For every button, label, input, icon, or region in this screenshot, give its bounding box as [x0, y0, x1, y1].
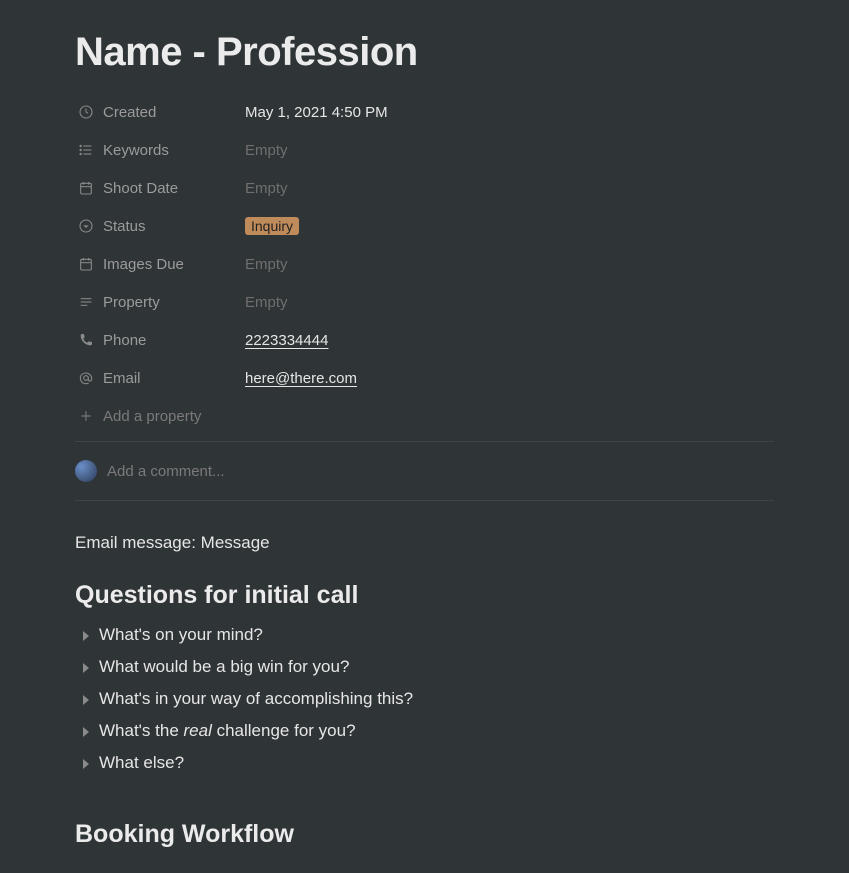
property-label-property[interactable]: Property: [75, 289, 245, 315]
clock-icon: [75, 101, 97, 123]
property-row-created: Created May 1, 2021 4:50 PM: [75, 93, 774, 131]
property-row-status: Status Inquiry: [75, 207, 774, 245]
property-value-created[interactable]: May 1, 2021 4:50 PM: [241, 102, 774, 123]
workflow-heading[interactable]: Booking Workflow: [75, 820, 774, 849]
select-icon: [75, 215, 97, 237]
property-label-phone[interactable]: Phone: [75, 327, 245, 353]
text-icon: [75, 291, 97, 313]
status-tag: Inquiry: [245, 217, 299, 235]
property-value-shoot-date[interactable]: Empty: [241, 178, 774, 199]
toggle-item[interactable]: What's on your mind?: [75, 620, 774, 652]
property-label-images-due[interactable]: Images Due: [75, 251, 245, 277]
property-value-status[interactable]: Inquiry: [241, 215, 774, 237]
add-property-button[interactable]: Add a property: [75, 397, 774, 437]
property-label-shoot-date[interactable]: Shoot Date: [75, 175, 245, 201]
property-label-created[interactable]: Created: [75, 99, 245, 125]
property-row-keywords: Keywords Empty: [75, 131, 774, 169]
property-value-images-due[interactable]: Empty: [241, 254, 774, 275]
properties-table: Created May 1, 2021 4:50 PM Keywords Emp…: [75, 93, 774, 437]
property-row-email: Email here@there.com: [75, 359, 774, 397]
property-value-keywords[interactable]: Empty: [241, 140, 774, 161]
property-label-email[interactable]: Email: [75, 365, 245, 391]
calendar-icon: [75, 253, 97, 275]
property-label-keywords[interactable]: Keywords: [75, 137, 245, 163]
toggle-item[interactable]: What else?: [75, 748, 774, 780]
list-icon: [75, 139, 97, 161]
email-message-text[interactable]: Email message: Message: [75, 533, 774, 553]
property-label-text: Email: [103, 370, 141, 387]
avatar: [75, 460, 97, 482]
property-label-text: Images Due: [103, 256, 184, 273]
property-value-email[interactable]: here@there.com: [241, 368, 774, 389]
property-label-text: Phone: [103, 332, 146, 349]
add-comment-input[interactable]: Add a comment...: [75, 446, 774, 496]
comment-placeholder: Add a comment...: [107, 463, 225, 480]
property-label-text: Status: [103, 218, 146, 235]
toggle-text: What else?: [99, 753, 184, 773]
property-value-phone[interactable]: 2223334444: [241, 330, 774, 351]
property-label-text: Keywords: [103, 142, 169, 159]
chevron-right-icon[interactable]: [75, 721, 97, 743]
plus-icon: [75, 405, 97, 427]
chevron-right-icon[interactable]: [75, 689, 97, 711]
toggle-item[interactable]: What's the real challenge for you?: [75, 716, 774, 748]
property-row-property: Property Empty: [75, 283, 774, 321]
property-row-phone: Phone 2223334444: [75, 321, 774, 359]
add-property-label: Add a property: [103, 408, 201, 425]
divider: [75, 500, 774, 501]
property-label-text: Property: [103, 294, 160, 311]
toggle-text: What's the real challenge for you?: [99, 721, 356, 741]
at-icon: [75, 367, 97, 389]
phone-icon: [75, 329, 97, 351]
property-row-shoot-date: Shoot Date Empty: [75, 169, 774, 207]
divider: [75, 441, 774, 442]
property-value-property[interactable]: Empty: [241, 292, 774, 313]
calendar-icon: [75, 177, 97, 199]
toggle-item[interactable]: What would be a big win for you?: [75, 652, 774, 684]
page-title[interactable]: Name - Profession: [75, 30, 774, 75]
chevron-right-icon[interactable]: [75, 753, 97, 775]
questions-list: What's on your mind? What would be a big…: [75, 620, 774, 780]
toggle-text: What's on your mind?: [99, 625, 263, 645]
questions-heading[interactable]: Questions for initial call: [75, 581, 774, 610]
property-row-images-due: Images Due Empty: [75, 245, 774, 283]
property-label-status[interactable]: Status: [75, 213, 245, 239]
toggle-text: What's in your way of accomplishing this…: [99, 689, 413, 709]
property-label-text: Shoot Date: [103, 180, 178, 197]
chevron-right-icon[interactable]: [75, 625, 97, 647]
toggle-text: What would be a big win for you?: [99, 657, 349, 677]
property-label-text: Created: [103, 104, 156, 121]
chevron-right-icon[interactable]: [75, 657, 97, 679]
toggle-item[interactable]: What's in your way of accomplishing this…: [75, 684, 774, 716]
